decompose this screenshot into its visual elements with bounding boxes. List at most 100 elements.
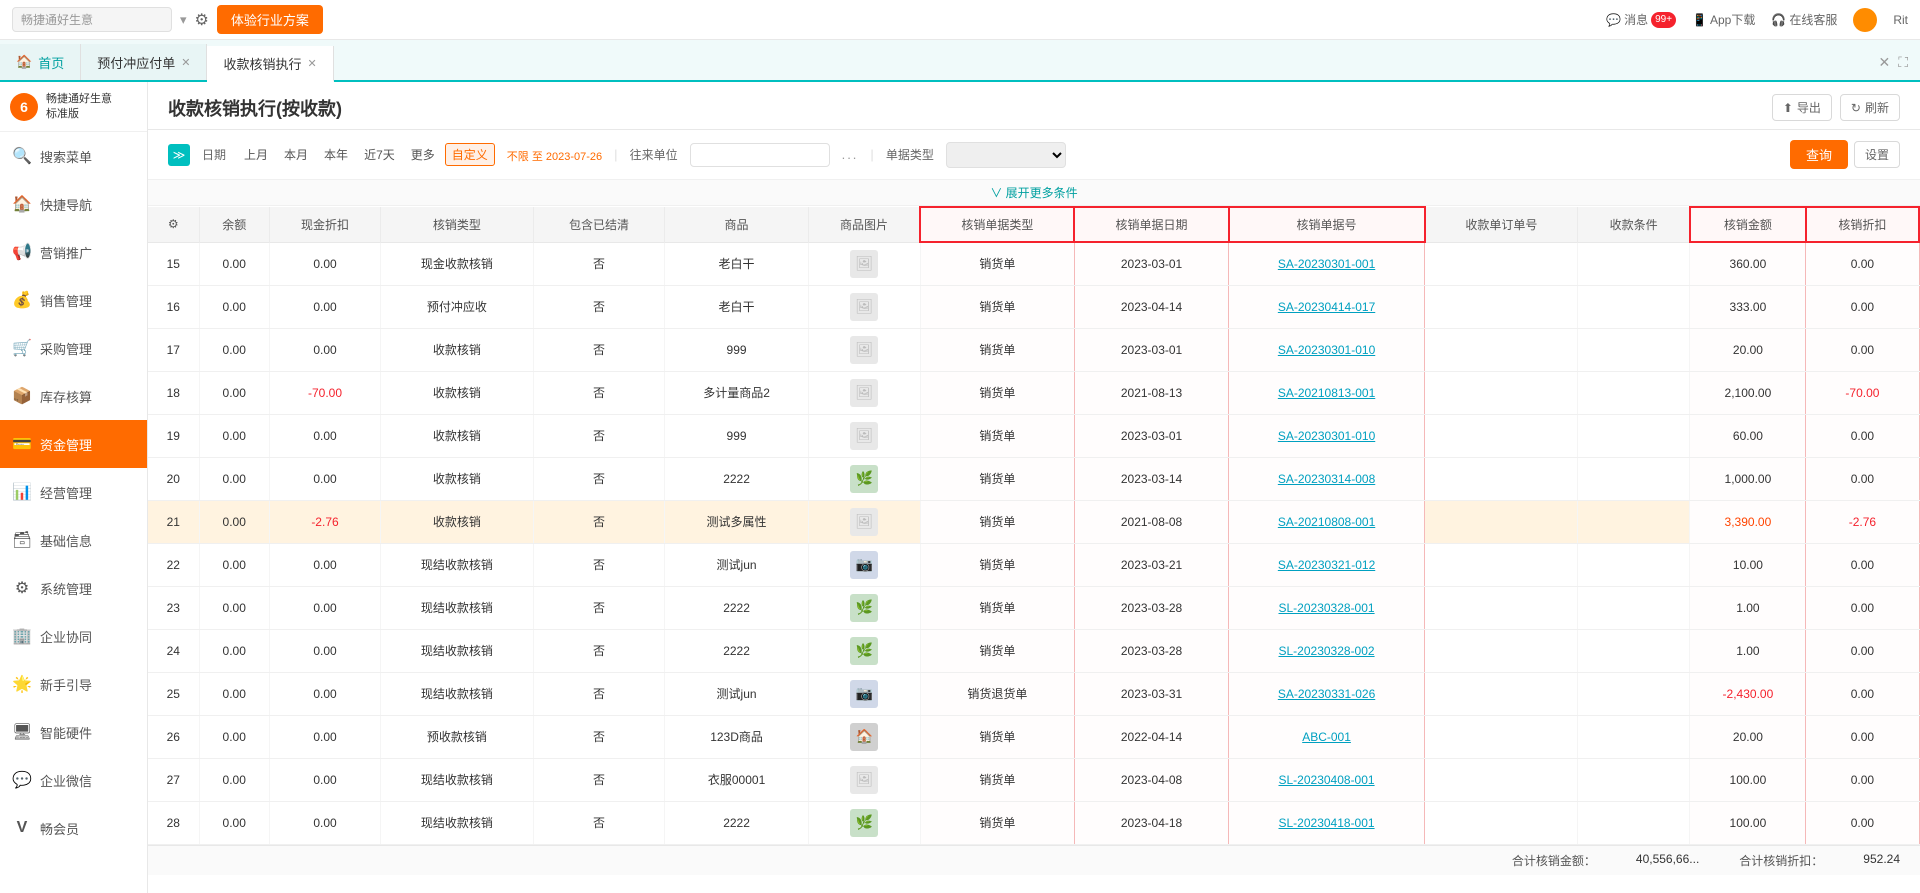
row-number: 28 bbox=[148, 801, 199, 844]
sidebar-item-finance[interactable]: 💳 资金管理 bbox=[0, 420, 147, 468]
messages-area[interactable]: 💬 消息 99+ bbox=[1606, 11, 1676, 28]
app-download-area[interactable]: 📱 App下载 bbox=[1692, 11, 1755, 28]
bill-no-link[interactable]: SA-20210813-001 bbox=[1278, 386, 1375, 400]
bill-no-link[interactable]: ABC-001 bbox=[1302, 730, 1351, 744]
bill-no-cell[interactable]: SA-20230414-017 bbox=[1229, 285, 1425, 328]
query-button[interactable]: 查询 bbox=[1790, 140, 1848, 169]
sidebar-item-basic[interactable]: 🗃 基础信息 bbox=[0, 516, 147, 564]
bill-no-cell[interactable]: SA-20230301-001 bbox=[1229, 242, 1425, 285]
bill-no-cell[interactable]: SL-20230328-002 bbox=[1229, 629, 1425, 672]
bill-no-cell[interactable]: SA-20210808-001 bbox=[1229, 500, 1425, 543]
verify-type-cell: 现结收款核销 bbox=[381, 586, 533, 629]
chevron-down-icon[interactable]: ▾ bbox=[180, 12, 187, 28]
tab-collect[interactable]: 收款核销执行 ✕ bbox=[207, 46, 333, 82]
gear-icon[interactable]: ⚙ bbox=[195, 10, 209, 30]
verify-type-cell: 收款核销 bbox=[381, 500, 533, 543]
included-cell: 否 bbox=[533, 414, 665, 457]
main-content: 收款核销执行(按收款) ⬆ 导出 ↻ 刷新 ≫ 日期 上月 本月 本年 近7天 bbox=[148, 82, 1920, 893]
last-7days-button[interactable]: 近7天 bbox=[358, 144, 401, 165]
sidebar-item-marketing[interactable]: 📢 营销推广 bbox=[0, 228, 147, 276]
bill-no-cell[interactable]: SA-20230331-026 bbox=[1229, 672, 1425, 715]
table-row: 230.000.00现结收款核销否2222🌿销货单2023-03-28SL-20… bbox=[148, 586, 1919, 629]
bill-no-cell[interactable]: SA-20230301-010 bbox=[1229, 328, 1425, 371]
bill-no-link[interactable]: SA-20230321-012 bbox=[1278, 558, 1375, 572]
bill-no-cell[interactable]: SA-20230314-008 bbox=[1229, 457, 1425, 500]
total-verify-amount-value: 40,556,66... bbox=[1636, 852, 1699, 869]
page-title: 收款核销执行(按收款) bbox=[168, 95, 342, 121]
table-header-row: ⚙ 余额 现金折扣 核销类型 包含已结清 商品 商品图片 核销单据类型 核销单据… bbox=[148, 207, 1919, 242]
last-month-button[interactable]: 上月 bbox=[238, 144, 274, 165]
refresh-button[interactable]: ↻ 刷新 bbox=[1840, 94, 1900, 121]
cash-discount-cell: -70.00 bbox=[269, 371, 380, 414]
from-unit-input[interactable] bbox=[690, 143, 830, 167]
th-goods-img: 商品图片 bbox=[808, 207, 920, 242]
sidebar-item-search[interactable]: 🔍 搜索菜单 bbox=[0, 132, 147, 180]
goods-cell: 123D商品 bbox=[665, 715, 808, 758]
table-container[interactable]: ⚙ 余额 现金折扣 核销类型 包含已结清 商品 商品图片 核销单据类型 核销单据… bbox=[148, 206, 1920, 893]
tab-prepay-close[interactable]: ✕ bbox=[181, 56, 190, 69]
bill-no-link[interactable]: SA-20230301-001 bbox=[1278, 257, 1375, 271]
tab-prepay[interactable]: 预付冲应付单 ✕ bbox=[81, 44, 207, 80]
bill-type-select[interactable] bbox=[946, 142, 1066, 168]
bill-no-cell[interactable]: SA-20210813-001 bbox=[1229, 371, 1425, 414]
sidebar-logo: 6 畅捷通好生意 标准版 bbox=[0, 82, 147, 132]
headset-icon: 🎧 bbox=[1771, 13, 1786, 27]
bill-no-cell[interactable]: ABC-001 bbox=[1229, 715, 1425, 758]
sidebar-item-wechat[interactable]: 💬 企业微信 bbox=[0, 756, 147, 804]
bill-no-cell[interactable]: SA-20230301-010 bbox=[1229, 414, 1425, 457]
bill-no-cell[interactable]: SA-20230321-012 bbox=[1229, 543, 1425, 586]
sidebar-item-inventory[interactable]: 📦 库存核算 bbox=[0, 372, 147, 420]
tab-home[interactable]: 🏠 首页 bbox=[0, 44, 81, 80]
sidebar-item-purchase[interactable]: 🛒 采购管理 bbox=[0, 324, 147, 372]
th-settings[interactable]: ⚙ bbox=[148, 207, 199, 242]
verify-discount-cell: 0.00 bbox=[1806, 285, 1919, 328]
bill-no-link[interactable]: SA-20230301-010 bbox=[1278, 343, 1375, 357]
bill-report-type-cell: 销货单 bbox=[920, 328, 1074, 371]
bill-no-link[interactable]: SA-20230414-017 bbox=[1278, 300, 1375, 314]
bill-no-link[interactable]: SA-20230301-010 bbox=[1278, 429, 1375, 443]
date-filter-label: 日期 bbox=[202, 146, 226, 163]
bill-no-cell[interactable]: SL-20230418-001 bbox=[1229, 801, 1425, 844]
close-window-icon[interactable]: ✕ bbox=[1878, 54, 1890, 71]
bill-no-cell[interactable]: SL-20230328-001 bbox=[1229, 586, 1425, 629]
sidebar-item-member[interactable]: V 畅会员 bbox=[0, 804, 147, 852]
bill-no-link[interactable]: SL-20230328-002 bbox=[1279, 644, 1375, 658]
sidebar-item-enterprise[interactable]: 🏢 企业协同 bbox=[0, 612, 147, 660]
restore-window-icon[interactable]: ⛶ bbox=[1898, 54, 1908, 71]
avatar[interactable] bbox=[1853, 8, 1877, 32]
bill-report-type-cell: 销货退货单 bbox=[920, 672, 1074, 715]
sidebar-item-wechat-label: 企业微信 bbox=[40, 771, 92, 790]
verify-amount-cell: 60.00 bbox=[1690, 414, 1806, 457]
this-month-button[interactable]: 本月 bbox=[278, 144, 314, 165]
sidebar-item-sales[interactable]: 💰 销售管理 bbox=[0, 276, 147, 324]
goods-img-cell: 🖼 bbox=[808, 371, 920, 414]
export-button[interactable]: ⬆ 导出 bbox=[1772, 94, 1832, 121]
bill-no-link[interactable]: SL-20230408-001 bbox=[1279, 773, 1375, 787]
row-number: 15 bbox=[148, 242, 199, 285]
tab-collect-close[interactable]: ✕ bbox=[307, 57, 316, 70]
expand-more-bar[interactable]: ∨ 展开更多条件 bbox=[148, 180, 1920, 206]
sidebar-item-system[interactable]: ⚙ 系统管理 bbox=[0, 564, 147, 612]
sidebar-item-quick-nav[interactable]: 🏠 快捷导航 bbox=[0, 180, 147, 228]
goods-img-cell: 🖼 bbox=[808, 285, 920, 328]
collect-order-cell bbox=[1425, 715, 1578, 758]
sidebar-item-beginner[interactable]: 🌟 新手引导 bbox=[0, 660, 147, 708]
bill-no-cell[interactable]: SL-20230408-001 bbox=[1229, 758, 1425, 801]
bill-date-cell: 2023-04-18 bbox=[1074, 801, 1228, 844]
sidebar-item-business[interactable]: 📊 经营管理 bbox=[0, 468, 147, 516]
online-support-area[interactable]: 🎧 在线客服 bbox=[1771, 11, 1837, 28]
bill-no-link[interactable]: SL-20230418-001 bbox=[1279, 816, 1375, 830]
bill-no-link[interactable]: SL-20230328-001 bbox=[1279, 601, 1375, 615]
sidebar-item-marketing-label: 营销推广 bbox=[40, 243, 92, 262]
goods-img-cell: 🖼 bbox=[808, 414, 920, 457]
bill-no-link[interactable]: SA-20230314-008 bbox=[1278, 472, 1375, 486]
filter-collapse-button[interactable]: ≫ bbox=[168, 144, 190, 166]
industry-solution-button[interactable]: 体验行业方案 bbox=[217, 5, 323, 34]
more-dates-button[interactable]: 更多 bbox=[405, 144, 441, 165]
bill-no-link[interactable]: SA-20210808-001 bbox=[1278, 515, 1375, 529]
bill-no-link[interactable]: SA-20230331-026 bbox=[1278, 687, 1375, 701]
sidebar-item-smart-hw[interactable]: 🖥 智能硬件 bbox=[0, 708, 147, 756]
this-year-button[interactable]: 本年 bbox=[318, 144, 354, 165]
settings-button[interactable]: 设置 bbox=[1854, 141, 1900, 168]
custom-date-button[interactable]: 自定义 bbox=[445, 143, 495, 166]
